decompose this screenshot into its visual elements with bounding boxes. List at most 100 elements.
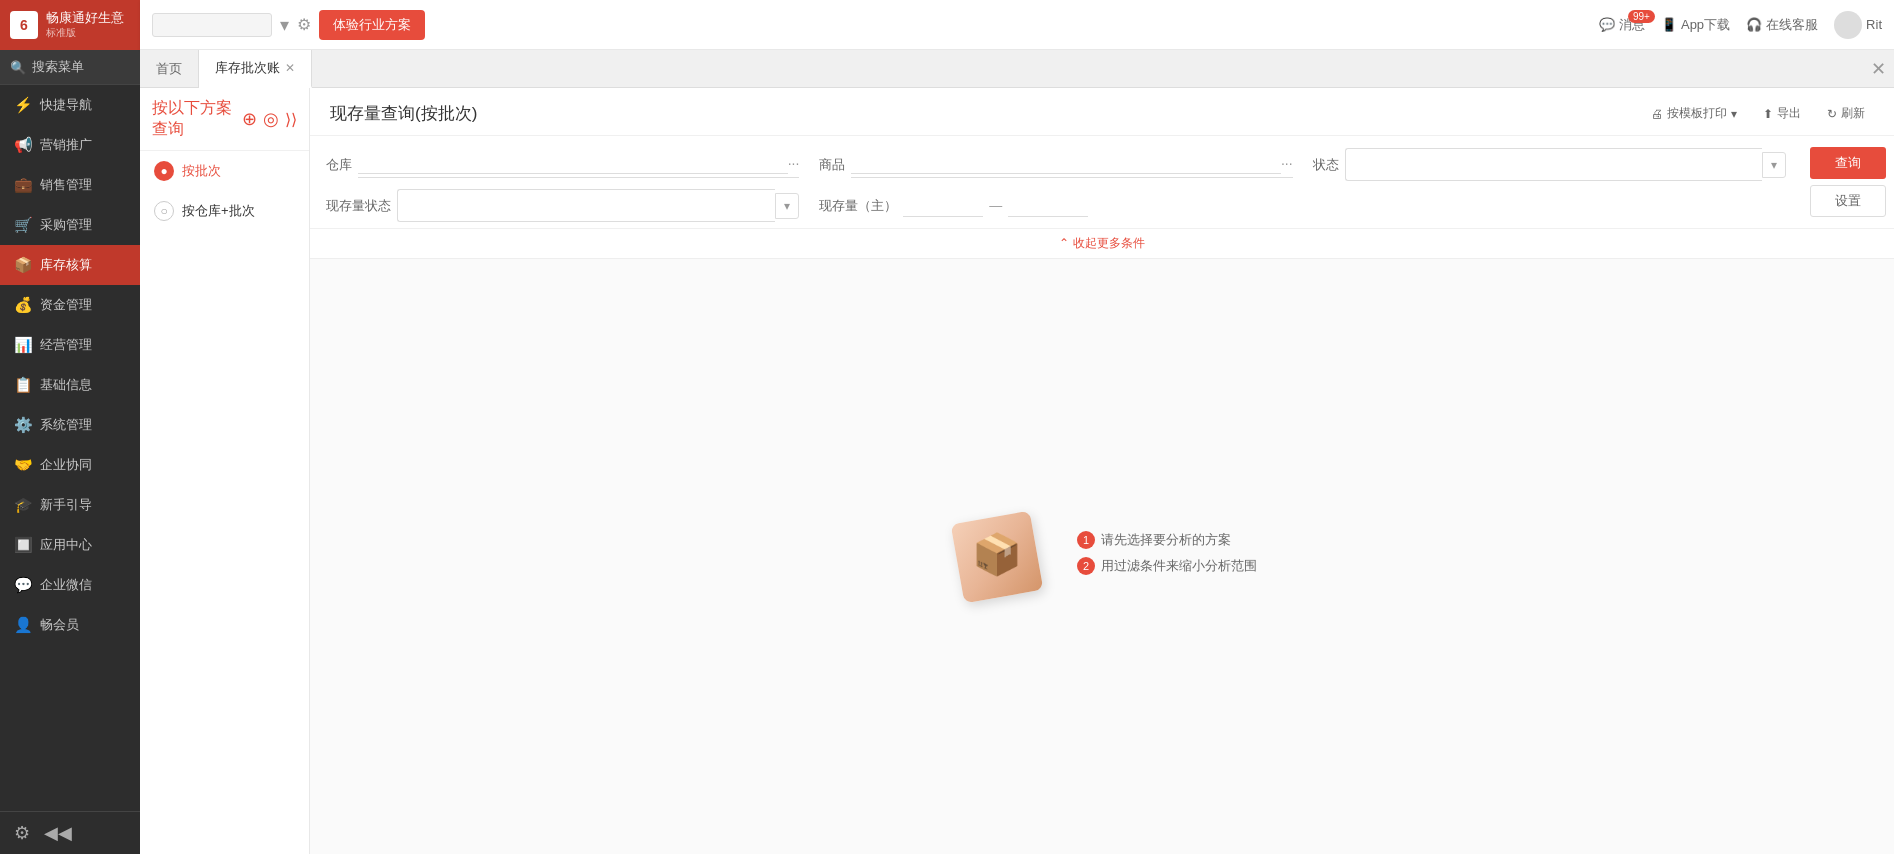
basic-icon: 📋 xyxy=(14,376,32,394)
sidebar-item-label: 营销推广 xyxy=(40,136,92,154)
inventory-status-input[interactable] xyxy=(406,195,578,216)
inventory-icon: 📦 xyxy=(14,256,32,274)
settings-button[interactable]: 设置 xyxy=(1810,185,1886,217)
sidebar-item-marketing[interactable]: 📢 营销推广 xyxy=(0,125,140,165)
left-panel: 按以下方案查询 ⊕ ◎ ⟩⟩ ● 按批次 ○ 按仓库+批次 xyxy=(140,88,310,854)
tip-2-text: 用过滤条件来缩小分析范围 xyxy=(1101,557,1257,575)
sidebar-item-guide[interactable]: 🎓 新手引导 xyxy=(0,485,140,525)
tab-home[interactable]: 首页 xyxy=(140,50,199,87)
sidebar: 6 畅康通好生意 标准版 🔍 搜索菜单 ⚡ 快捷导航 📢 营销推广 💼 销售管理… xyxy=(0,0,140,854)
sidebar-item-label: 销售管理 xyxy=(40,176,92,194)
phone-icon: 📱 xyxy=(1661,17,1677,32)
online-service-button[interactable]: 🎧 在线客服 xyxy=(1746,16,1818,34)
print-icon: 🖨 xyxy=(1651,107,1663,121)
avatar xyxy=(1834,11,1862,39)
export-icon: ⬆ xyxy=(1763,107,1773,121)
sidebar-search[interactable]: 🔍 搜索菜单 xyxy=(0,50,140,85)
product-input[interactable] xyxy=(851,152,1281,174)
guide-icon: 🎓 xyxy=(14,496,32,514)
version-label: 标准版 xyxy=(46,26,124,40)
main-area: ▾ ⚙ 体验行业方案 💬 消息 99+ 📱 App下载 🎧 在线客服 Rit xyxy=(140,0,1894,854)
user-area[interactable]: Rit xyxy=(1834,11,1882,39)
refresh-button[interactable]: ↻ 刷新 xyxy=(1818,100,1874,127)
sidebar-item-basic[interactable]: 📋 基础信息 xyxy=(0,365,140,405)
tip-1-num: 1 xyxy=(1077,531,1095,549)
scheme-item-by-batch[interactable]: ● 按批次 xyxy=(140,151,309,191)
tab-inventory-batch[interactable]: 库存批次账 ✕ xyxy=(199,50,312,88)
search-icon: 🔍 xyxy=(10,60,26,75)
sidebar-nav: ⚡ 快捷导航 📢 营销推广 💼 销售管理 🛒 采购管理 📦 库存核算 💰 资金管… xyxy=(0,85,140,811)
sidebar-item-wechat[interactable]: 💬 企业微信 xyxy=(0,565,140,605)
finance-icon: 💰 xyxy=(14,296,32,314)
sidebar-item-member[interactable]: 👤 畅会员 xyxy=(0,605,140,645)
filter-grid-row2: 现存量状态 ▾ 现存量（主） xyxy=(326,181,1786,222)
scheme-item-by-warehouse-batch[interactable]: ○ 按仓库+批次 xyxy=(140,191,309,231)
sidebar-item-operations[interactable]: 📊 经营管理 xyxy=(0,325,140,365)
topbar-gear-icon[interactable]: ⚙ xyxy=(297,15,311,34)
page-content: 按以下方案查询 ⊕ ◎ ⟩⟩ ● 按批次 ○ 按仓库+批次 现 xyxy=(140,88,1894,854)
status-dropdown-icon[interactable]: ▾ xyxy=(1762,152,1786,178)
trial-button[interactable]: 体验行业方案 xyxy=(319,10,425,40)
company-name: 畅康通好生意 xyxy=(46,10,124,27)
collapse-sidebar-icon[interactable]: ◀◀ xyxy=(44,822,72,844)
scheme-by-warehouse-batch-label: 按仓库+批次 xyxy=(182,202,255,220)
system-icon: ⚙️ xyxy=(14,416,32,434)
sidebar-item-system[interactable]: ⚙️ 系统管理 xyxy=(0,405,140,445)
sidebar-item-label: 快捷导航 xyxy=(40,96,92,114)
settings-bottom-icon[interactable]: ⚙ xyxy=(14,822,30,844)
sidebar-item-purchase[interactable]: 🛒 采购管理 xyxy=(0,205,140,245)
sidebar-bottom: ⚙ ◀◀ xyxy=(0,811,140,854)
product-dots[interactable]: ··· xyxy=(1281,155,1293,171)
sidebar-item-label: 采购管理 xyxy=(40,216,92,234)
print-dropdown-icon[interactable]: ▾ xyxy=(1731,107,1737,121)
left-panel-title: 按以下方案查询 xyxy=(152,98,236,140)
page-actions: 🖨 按模板打印 ▾ ⬆ 导出 ↻ 刷新 xyxy=(1642,100,1874,127)
tab-close-icon[interactable]: ✕ xyxy=(285,61,295,75)
appcenter-icon: 🔲 xyxy=(14,536,32,554)
sidebar-item-label: 畅会员 xyxy=(40,616,79,634)
empty-state: 1 请先选择要分析的方案 2 用过滤条件来缩小分析范围 xyxy=(310,259,1894,854)
warehouse-dots[interactable]: ··· xyxy=(788,155,800,171)
sidebar-item-sales[interactable]: 💼 销售管理 xyxy=(0,165,140,205)
status-label: 状态 xyxy=(1313,156,1339,174)
sidebar-item-label: 经营管理 xyxy=(40,336,92,354)
sidebar-item-label: 企业协同 xyxy=(40,456,92,474)
left-panel-header: 按以下方案查询 ⊕ ◎ ⟩⟩ xyxy=(140,88,309,151)
status-input[interactable] xyxy=(1354,154,1526,175)
collapse-left-icon[interactable]: ⟩⟩ xyxy=(285,110,297,129)
app-download-button[interactable]: 📱 App下载 xyxy=(1661,16,1730,34)
sidebar-item-label: 库存核算 xyxy=(40,256,92,274)
message-button[interactable]: 💬 消息 99+ xyxy=(1599,16,1645,34)
inventory-qty-to[interactable] xyxy=(1008,195,1088,217)
empty-tip-1: 1 请先选择要分析的方案 xyxy=(1077,531,1257,549)
page-close-button[interactable]: ✕ xyxy=(1863,50,1894,87)
inventory-qty-from[interactable] xyxy=(903,195,983,217)
topbar-dropdown-icon[interactable]: ▾ xyxy=(280,14,289,36)
inventory-status-arrow[interactable]: ▾ xyxy=(775,193,799,219)
sidebar-item-inventory[interactable]: 📦 库存核算 xyxy=(0,245,140,285)
empty-box-icon xyxy=(951,510,1044,603)
message-icon: 💬 xyxy=(1599,17,1615,32)
page-title-bar: 现存量查询(按批次) 🖨 按模板打印 ▾ ⬆ 导出 ↻ 刷新 xyxy=(310,88,1894,136)
warehouse-input[interactable] xyxy=(358,152,788,174)
collapse-filters-button[interactable]: ⌃ 收起更多条件 xyxy=(310,228,1894,258)
sidebar-item-quicknav[interactable]: ⚡ 快捷导航 xyxy=(0,85,140,125)
marketing-icon: 📢 xyxy=(14,136,32,154)
empty-illustration xyxy=(947,507,1047,607)
export-button[interactable]: ⬆ 导出 xyxy=(1754,100,1810,127)
query-button[interactable]: 查询 xyxy=(1810,147,1886,179)
print-button[interactable]: 🖨 按模板打印 ▾ xyxy=(1642,100,1746,127)
add-scheme-icon[interactable]: ⊕ xyxy=(242,108,257,130)
refresh-label: 刷新 xyxy=(1841,105,1865,122)
app-download-label: App下载 xyxy=(1681,16,1730,34)
topbar-search-input[interactable] xyxy=(152,13,272,37)
sidebar-item-label: 企业微信 xyxy=(40,576,92,594)
scheme-by-batch-label: 按批次 xyxy=(182,162,221,180)
inventory-qty-cell: 现存量（主） — xyxy=(819,195,1292,217)
tip-2-num: 2 xyxy=(1077,557,1095,575)
sidebar-item-appcenter[interactable]: 🔲 应用中心 xyxy=(0,525,140,565)
sidebar-item-finance[interactable]: 💰 资金管理 xyxy=(0,285,140,325)
scheme-settings-icon[interactable]: ◎ xyxy=(263,108,279,130)
sidebar-item-collab[interactable]: 🤝 企业协同 xyxy=(0,445,140,485)
sidebar-item-label: 资金管理 xyxy=(40,296,92,314)
